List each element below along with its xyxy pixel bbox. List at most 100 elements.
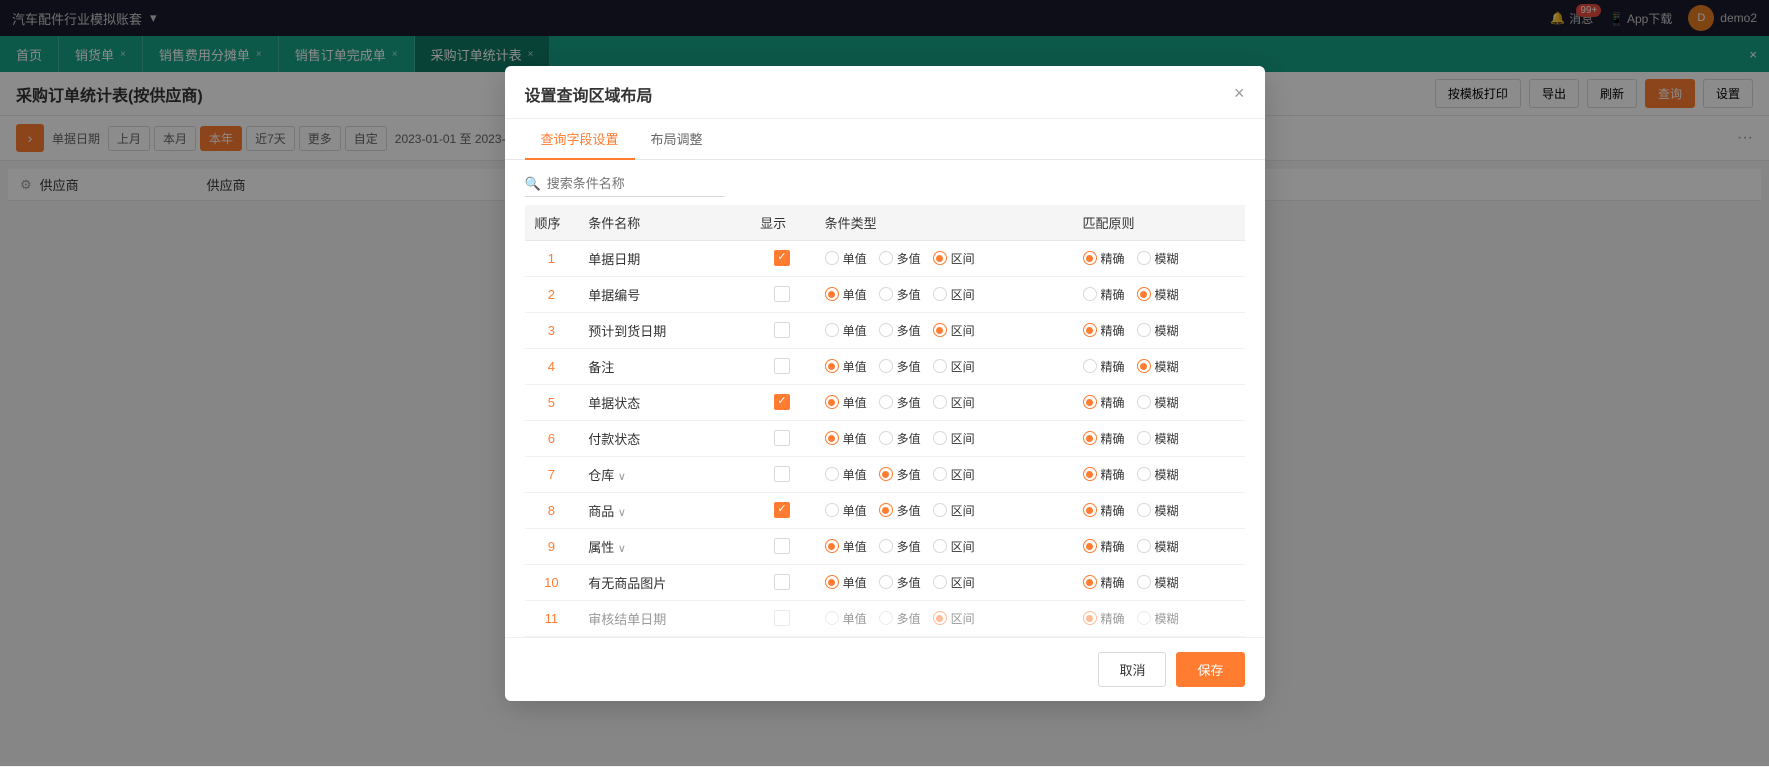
match-radio-match_exact[interactable]: 精确 bbox=[1083, 394, 1125, 411]
radio-label-type_range: 区间 bbox=[951, 574, 975, 591]
radio-label-type_range: 区间 bbox=[951, 358, 975, 375]
match-radio-match_fuzzy[interactable]: 模糊 bbox=[1137, 358, 1179, 375]
type-radio-type_single[interactable]: 单值 bbox=[825, 610, 867, 627]
type-radio-type_single[interactable]: 单值 bbox=[825, 538, 867, 555]
radio-dot-type_single bbox=[825, 323, 839, 337]
type-radio-type_single[interactable]: 单值 bbox=[825, 322, 867, 339]
cell-display bbox=[750, 600, 814, 636]
type-radio-type_single[interactable]: 单值 bbox=[825, 574, 867, 591]
type-radio-group: 单值多值区间 bbox=[825, 322, 1063, 339]
type-radio-type_range[interactable]: 区间 bbox=[933, 574, 975, 591]
type-radio-type_multi[interactable]: 多值 bbox=[879, 358, 921, 375]
type-radio-type_range[interactable]: 区间 bbox=[933, 358, 975, 375]
match-radio-match_exact[interactable]: 精确 bbox=[1083, 250, 1125, 267]
radio-label-type_range: 区间 bbox=[951, 250, 975, 267]
type-radio-type_multi[interactable]: 多值 bbox=[879, 250, 921, 267]
type-radio-type_multi[interactable]: 多值 bbox=[879, 502, 921, 519]
match-radio-group: 精确模糊 bbox=[1083, 250, 1235, 267]
tab-layout-adjust[interactable]: 布局调整 bbox=[635, 119, 719, 160]
display-checkbox[interactable] bbox=[774, 538, 790, 554]
type-radio-type_range[interactable]: 区间 bbox=[933, 394, 975, 411]
match-radio-match_exact[interactable]: 精确 bbox=[1083, 430, 1125, 447]
match-radio-match_fuzzy[interactable]: 模糊 bbox=[1137, 430, 1179, 447]
radio-dot-type_single bbox=[825, 467, 839, 481]
radio-dot-type_range bbox=[933, 359, 947, 373]
expand-arrow-icon[interactable]: ∨ bbox=[618, 507, 626, 519]
type-radio-type_range[interactable]: 区间 bbox=[933, 430, 975, 447]
type-radio-type_range[interactable]: 区间 bbox=[933, 538, 975, 555]
cell-type: 单值多值区间 bbox=[815, 492, 1073, 528]
type-radio-type_multi[interactable]: 多值 bbox=[879, 610, 921, 627]
match-dot-match_exact bbox=[1083, 323, 1097, 337]
match-dot-match_fuzzy bbox=[1137, 323, 1151, 337]
match-label-match_fuzzy: 模糊 bbox=[1155, 430, 1179, 447]
match-radio-match_fuzzy[interactable]: 模糊 bbox=[1137, 394, 1179, 411]
type-radio-type_single[interactable]: 单值 bbox=[825, 250, 867, 267]
type-radio-type_multi[interactable]: 多值 bbox=[879, 286, 921, 303]
display-checkbox[interactable] bbox=[774, 574, 790, 590]
match-radio-match_exact[interactable]: 精确 bbox=[1083, 502, 1125, 519]
match-radio-match_exact[interactable]: 精确 bbox=[1083, 286, 1125, 303]
cell-name: 单据日期 bbox=[578, 240, 750, 276]
match-radio-match_exact[interactable]: 精确 bbox=[1083, 610, 1125, 627]
radio-label-type_range: 区间 bbox=[951, 610, 975, 627]
display-checkbox[interactable] bbox=[774, 358, 790, 374]
save-button[interactable]: 保存 bbox=[1176, 652, 1244, 687]
type-radio-type_multi[interactable]: 多值 bbox=[879, 394, 921, 411]
display-checkbox[interactable] bbox=[774, 286, 790, 302]
type-radio-type_multi[interactable]: 多值 bbox=[879, 322, 921, 339]
type-radio-type_range[interactable]: 区间 bbox=[933, 250, 975, 267]
expand-arrow-icon[interactable]: ∨ bbox=[618, 543, 626, 555]
type-radio-group: 单值多值区间 bbox=[825, 502, 1063, 519]
match-radio-match_exact[interactable]: 精确 bbox=[1083, 574, 1125, 591]
type-radio-type_multi[interactable]: 多值 bbox=[879, 466, 921, 483]
match-radio-group: 精确模糊 bbox=[1083, 466, 1235, 483]
search-input[interactable] bbox=[547, 176, 707, 191]
type-radio-type_range[interactable]: 区间 bbox=[933, 322, 975, 339]
match-radio-match_fuzzy[interactable]: 模糊 bbox=[1137, 538, 1179, 555]
type-radio-type_single[interactable]: 单值 bbox=[825, 394, 867, 411]
match-radio-match_fuzzy[interactable]: 模糊 bbox=[1137, 250, 1179, 267]
match-radio-match_fuzzy[interactable]: 模糊 bbox=[1137, 502, 1179, 519]
type-radio-type_single[interactable]: 单值 bbox=[825, 466, 867, 483]
type-radio-type_single[interactable]: 单值 bbox=[825, 430, 867, 447]
cell-type: 单值多值区间 bbox=[815, 312, 1073, 348]
type-radio-type_range[interactable]: 区间 bbox=[933, 502, 975, 519]
type-radio-type_range[interactable]: 区间 bbox=[933, 466, 975, 483]
match-radio-match_fuzzy[interactable]: 模糊 bbox=[1137, 466, 1179, 483]
match-radio-match_exact[interactable]: 精确 bbox=[1083, 322, 1125, 339]
display-checkbox[interactable] bbox=[774, 430, 790, 446]
type-radio-type_single[interactable]: 单值 bbox=[825, 358, 867, 375]
display-checkbox[interactable] bbox=[774, 502, 790, 518]
cell-match: 精确 模糊 bbox=[1073, 420, 1245, 456]
cell-order: 2 bbox=[525, 276, 579, 312]
radio-label-type_single: 单值 bbox=[843, 286, 867, 303]
match-radio-match_fuzzy[interactable]: 模糊 bbox=[1137, 610, 1179, 627]
match-radio-match_fuzzy[interactable]: 模糊 bbox=[1137, 286, 1179, 303]
match-dot-match_fuzzy bbox=[1137, 467, 1151, 481]
radio-label-type_single: 单值 bbox=[843, 574, 867, 591]
match-radio-match_fuzzy[interactable]: 模糊 bbox=[1137, 322, 1179, 339]
type-radio-type_single[interactable]: 单值 bbox=[825, 502, 867, 519]
type-radio-type_multi[interactable]: 多值 bbox=[879, 574, 921, 591]
match-radio-match_exact[interactable]: 精确 bbox=[1083, 466, 1125, 483]
th-type: 条件类型 bbox=[815, 205, 1073, 241]
display-checkbox[interactable] bbox=[774, 394, 790, 410]
type-radio-type_range[interactable]: 区间 bbox=[933, 610, 975, 627]
display-checkbox[interactable] bbox=[774, 322, 790, 338]
type-radio-type_multi[interactable]: 多值 bbox=[879, 430, 921, 447]
display-checkbox[interactable] bbox=[774, 250, 790, 266]
type-radio-type_single[interactable]: 单值 bbox=[825, 286, 867, 303]
radio-label-type_range: 区间 bbox=[951, 466, 975, 483]
tab-query-fields[interactable]: 查询字段设置 bbox=[525, 119, 635, 160]
expand-arrow-icon[interactable]: ∨ bbox=[618, 471, 626, 483]
display-checkbox[interactable] bbox=[774, 610, 790, 626]
cancel-button[interactable]: 取消 bbox=[1098, 652, 1166, 687]
match-radio-match_fuzzy[interactable]: 模糊 bbox=[1137, 574, 1179, 591]
match-radio-match_exact[interactable]: 精确 bbox=[1083, 538, 1125, 555]
display-checkbox[interactable] bbox=[774, 466, 790, 482]
match-radio-match_exact[interactable]: 精确 bbox=[1083, 358, 1125, 375]
dialog-close-button[interactable]: × bbox=[1234, 83, 1245, 104]
type-radio-type_multi[interactable]: 多值 bbox=[879, 538, 921, 555]
type-radio-type_range[interactable]: 区间 bbox=[933, 286, 975, 303]
